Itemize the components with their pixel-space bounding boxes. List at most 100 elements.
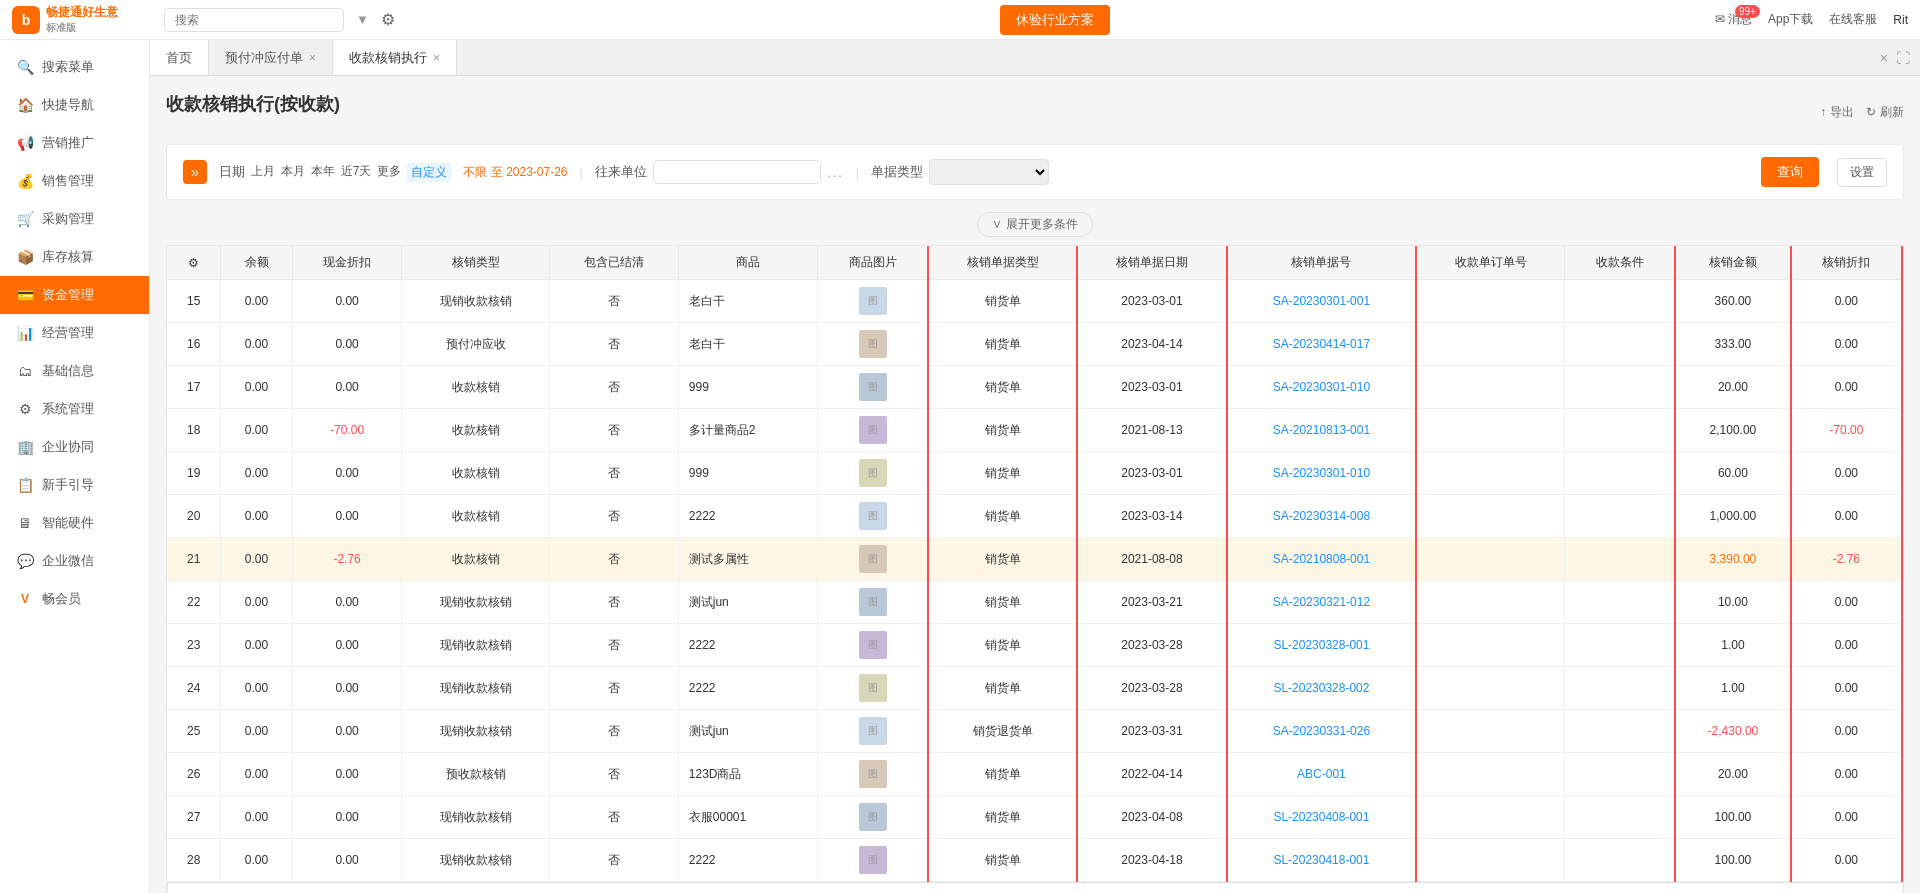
bill-no-link[interactable]: SL-20230328-002 xyxy=(1273,681,1369,695)
gear-icon[interactable]: ⚙ xyxy=(381,10,395,29)
tab-home[interactable]: 首页 xyxy=(150,40,209,75)
sidebar-item-purchase[interactable]: 🛒 采购管理 xyxy=(0,200,149,238)
date-this-year[interactable]: 本年 xyxy=(311,163,335,182)
bill-no-link[interactable]: SA-20230301-010 xyxy=(1273,380,1370,394)
cell-cancel-bill-no[interactable]: SA-20230301-001 xyxy=(1227,280,1417,323)
bill-no-link[interactable]: SA-20210808-001 xyxy=(1273,552,1370,566)
type-select[interactable] xyxy=(929,159,1049,185)
sidebar-item-system[interactable]: ⚙ 系统管理 xyxy=(0,390,149,428)
cell-cancel-bill-no[interactable]: ABC-001 xyxy=(1227,753,1417,796)
col-cancel-bill-date: 核销单据日期 xyxy=(1077,246,1226,280)
top-search-input[interactable] xyxy=(164,8,344,32)
user-name[interactable]: Rit xyxy=(1893,13,1908,27)
unit-input[interactable] xyxy=(653,160,821,184)
bill-no-link[interactable]: SL-20230408-001 xyxy=(1273,810,1369,824)
cell-cancel-bill-no[interactable]: SA-20210808-001 xyxy=(1227,538,1417,581)
app-download[interactable]: App下载 xyxy=(1768,11,1813,28)
filter-expand-button[interactable]: » xyxy=(183,160,207,184)
expand-more-button[interactable]: ∨ 展开更多条件 xyxy=(977,212,1092,237)
close-prepaid-tab-icon[interactable]: × xyxy=(309,51,316,65)
bill-no-link[interactable]: SL-20230328-001 xyxy=(1273,638,1369,652)
export-button[interactable]: ↑ 导出 xyxy=(1820,104,1854,121)
sidebar-item-marketing[interactable]: 📢 营销推广 xyxy=(0,124,149,162)
cell-receipt-condition xyxy=(1565,624,1675,667)
cell-cancel-bill-date: 2023-03-01 xyxy=(1077,366,1226,409)
cell-cancel-bill-no[interactable]: SL-20230328-001 xyxy=(1227,624,1417,667)
close-cancel-tab-icon[interactable]: × xyxy=(433,51,440,65)
sidebar-item-nav[interactable]: 🏠 快捷导航 xyxy=(0,86,149,124)
date-more[interactable]: 更多 xyxy=(377,163,401,182)
message-area[interactable]: ✉ 消息 99+ xyxy=(1715,11,1752,28)
sidebar-item-guide[interactable]: 📋 新手引导 xyxy=(0,466,149,504)
cell-cancel-bill-no[interactable]: SL-20230418-001 xyxy=(1227,839,1417,882)
bill-no-link[interactable]: SA-20230301-001 xyxy=(1273,294,1370,308)
cell-include-settled: 否 xyxy=(550,323,679,366)
cell-cancel-bill-no[interactable]: SA-20230321-012 xyxy=(1227,581,1417,624)
cell-balance: 0.00 xyxy=(221,753,292,796)
bill-no-link[interactable]: SA-20230301-010 xyxy=(1273,466,1370,480)
cell-cancel-type: 现销收款核销 xyxy=(402,710,550,753)
main-area: 首页 预付冲应付单 × 收款核销执行 × × ⛶ 收款核销执行(按收款) xyxy=(150,40,1920,893)
sidebar-item-finance[interactable]: 💳 资金管理 xyxy=(0,276,149,314)
sidebar-item-search[interactable]: 🔍 搜索菜单 xyxy=(0,48,149,86)
cell-cancel-amount: 360.00 xyxy=(1675,280,1791,323)
query-button[interactable]: 查询 xyxy=(1761,157,1819,187)
date-filter-group: 日期 上月 本月 本年 近7天 更多 自定义 xyxy=(219,163,452,182)
settings-button[interactable]: 设置 xyxy=(1837,158,1887,187)
cell-cancel-bill-type: 销货单 xyxy=(928,667,1077,710)
sidebar-item-collab[interactable]: 🏢 企业协同 xyxy=(0,428,149,466)
dropdown-arrow-icon[interactable]: ▼ xyxy=(356,12,369,27)
cell-cancel-type: 现销收款核销 xyxy=(402,839,550,882)
sidebar-item-member[interactable]: V 畅会员 xyxy=(0,580,149,618)
date-custom[interactable]: 自定义 xyxy=(407,163,451,182)
bill-no-link[interactable]: SA-20230314-008 xyxy=(1273,509,1370,523)
cell-cancel-bill-no[interactable]: SA-20230301-010 xyxy=(1227,452,1417,495)
cell-cancel-bill-date: 2023-04-14 xyxy=(1077,323,1226,366)
cell-goods-image: 图 xyxy=(818,452,928,495)
sidebar-item-inventory[interactable]: 📦 库存核算 xyxy=(0,238,149,276)
date-this-month[interactable]: 本月 xyxy=(281,163,305,182)
tab-prepaid[interactable]: 预付冲应付单 × xyxy=(209,40,333,75)
cell-receipt-condition xyxy=(1565,452,1675,495)
cell-goods: 多计量商品2 xyxy=(678,409,817,452)
date-7days[interactable]: 近7天 xyxy=(341,163,372,182)
tab-cancel[interactable]: 收款核销执行 × xyxy=(333,40,457,75)
sidebar-item-hardware[interactable]: 🖥 智能硬件 xyxy=(0,504,149,542)
cell-cash-discount: 0.00 xyxy=(292,624,402,667)
refresh-button[interactable]: ↻ 刷新 xyxy=(1866,104,1904,121)
sidebar-item-operation[interactable]: 📊 经营管理 xyxy=(0,314,149,352)
sidebar-item-basic[interactable]: 🗂 基础信息 xyxy=(0,352,149,390)
bill-no-link[interactable]: SA-20230331-026 xyxy=(1273,724,1370,738)
cell-no: 16 xyxy=(167,323,221,366)
cell-goods: 测试多属性 xyxy=(678,538,817,581)
industry-btn[interactable]: 休验行业方案 xyxy=(1000,5,1110,35)
cell-balance: 0.00 xyxy=(221,710,292,753)
bill-no-link[interactable]: SA-20230414-017 xyxy=(1273,337,1370,351)
date-quick-links: 上月 本月 本年 近7天 更多 自定义 xyxy=(251,163,452,182)
close-all-icon[interactable]: × xyxy=(1880,50,1888,66)
col-goods-image: 商品图片 xyxy=(818,246,928,280)
guide-icon: 📋 xyxy=(16,476,34,494)
sidebar-label-marketing: 营销推广 xyxy=(42,134,94,152)
cell-cancel-bill-type: 销货单 xyxy=(928,495,1077,538)
online-service[interactable]: 在线客服 xyxy=(1829,11,1877,28)
cell-cancel-bill-no[interactable]: SA-20230314-008 xyxy=(1227,495,1417,538)
bill-no-link[interactable]: SA-20230321-012 xyxy=(1273,595,1370,609)
col-gear[interactable]: ⚙ xyxy=(167,246,221,280)
cell-cancel-bill-no[interactable]: SL-20230408-001 xyxy=(1227,796,1417,839)
cell-cancel-bill-no[interactable]: SA-20230331-026 xyxy=(1227,710,1417,753)
bill-no-link[interactable]: SA-20210813-001 xyxy=(1273,423,1370,437)
cell-cancel-bill-date: 2021-08-13 xyxy=(1077,409,1226,452)
cell-cancel-bill-no[interactable]: SA-20210813-001 xyxy=(1227,409,1417,452)
cell-cancel-bill-no[interactable]: SA-20230414-017 xyxy=(1227,323,1417,366)
cell-cancel-bill-no[interactable]: SL-20230328-002 xyxy=(1227,667,1417,710)
sidebar-item-sales[interactable]: 💰 销售管理 xyxy=(0,162,149,200)
bill-no-link[interactable]: SL-20230418-001 xyxy=(1273,853,1369,867)
sidebar-item-wechat[interactable]: 💬 企业微信 xyxy=(0,542,149,580)
expand-tabs-icon[interactable]: ⛶ xyxy=(1896,50,1910,66)
cell-cancel-bill-no[interactable]: SA-20230301-010 xyxy=(1227,366,1417,409)
bill-no-link[interactable]: ABC-001 xyxy=(1297,767,1346,781)
cell-cancel-bill-type: 销货单 xyxy=(928,538,1077,581)
cell-cancel-bill-date: 2023-03-31 xyxy=(1077,710,1226,753)
date-last-month[interactable]: 上月 xyxy=(251,163,275,182)
